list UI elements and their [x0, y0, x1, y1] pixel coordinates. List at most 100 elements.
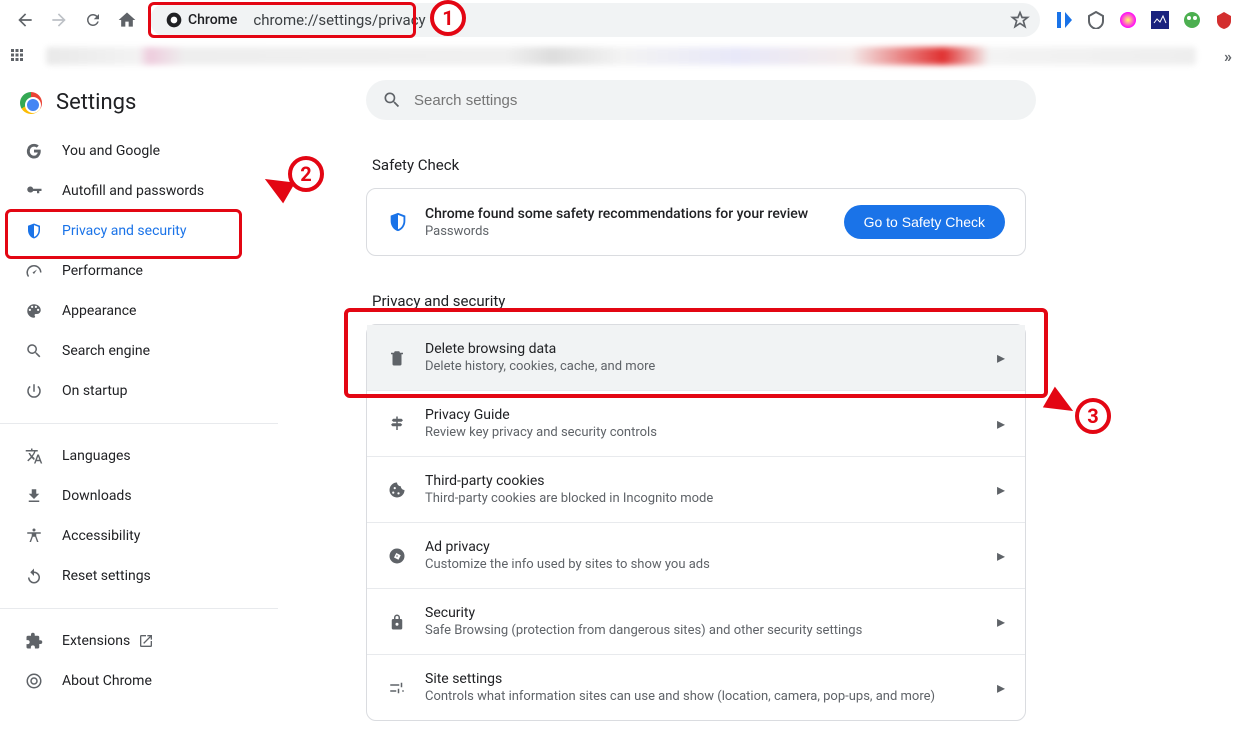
url-text: chrome://settings/privacy — [243, 11, 425, 29]
row-privacy-guide[interactable]: Privacy Guide Review key privacy and secu… — [367, 390, 1025, 456]
sidebar-item-label: About Chrome — [62, 673, 152, 689]
ads-icon — [387, 546, 407, 566]
arrow-right-icon — [49, 10, 69, 30]
row-third-party-cookies[interactable]: Third-party cookiesThird-party cookies a… — [367, 456, 1025, 522]
sidebar-item-extensions[interactable]: Extensions — [0, 621, 262, 661]
main-content: Safety Check Chrome found some safety re… — [278, 72, 1250, 742]
home-icon — [117, 10, 137, 30]
browser-toolbar: Chrome chrome://settings/privacy — [0, 0, 1250, 40]
apps-grid-icon — [8, 46, 26, 64]
sidebar-item-label: Accessibility — [62, 528, 140, 544]
sidebar-item-reset[interactable]: Reset settings — [0, 556, 262, 596]
chevron-right-icon: ▸ — [997, 612, 1005, 631]
sidebar-item-label: Downloads — [62, 488, 132, 504]
ext-icon-1[interactable] — [1054, 10, 1074, 30]
accessibility-icon — [24, 526, 44, 546]
lock-icon — [387, 612, 407, 632]
palette-icon — [24, 301, 44, 321]
ext-icon-6[interactable] — [1214, 10, 1234, 30]
shield-check-icon — [387, 211, 409, 233]
row-sub: Customize the info used by sites to show… — [425, 557, 710, 572]
sidebar-item-search-engine[interactable]: Search engine — [0, 331, 262, 371]
row-sub: Third-party cookies are blocked in Incog… — [425, 491, 713, 506]
key-icon — [24, 181, 44, 201]
sidebar-item-startup[interactable]: On startup — [0, 371, 262, 411]
refresh-icon — [84, 11, 102, 29]
bookmark-star-button[interactable] — [1010, 10, 1030, 30]
row-sub: Controls what information sites can use … — [425, 689, 935, 704]
search-icon — [382, 90, 402, 110]
chrome-logo-icon — [20, 92, 42, 114]
row-sub: Review key privacy and security controls — [425, 425, 657, 440]
ext-icon-5[interactable] — [1182, 10, 1202, 30]
app-title: Settings — [56, 90, 136, 115]
chevron-right-icon: ▸ — [997, 546, 1005, 565]
nav-separator — [0, 423, 278, 424]
address-bar[interactable]: Chrome chrome://settings/privacy — [150, 3, 1040, 37]
forward-button[interactable] — [42, 3, 76, 37]
site-chip-label: Chrome — [188, 12, 237, 28]
sidebar-item-label: Reset settings — [62, 568, 151, 584]
safety-sub: Passwords — [425, 224, 808, 239]
row-sub: Safe Browsing (protection from dangerous… — [425, 623, 862, 638]
search-input[interactable] — [414, 92, 1020, 109]
sidebar-item-about[interactable]: About Chrome — [0, 661, 262, 701]
sidebar-item-label: Extensions — [62, 633, 130, 649]
sidebar-item-label: Privacy and security — [62, 223, 186, 239]
row-title: Ad privacy — [425, 539, 710, 555]
go-to-safety-check-button[interactable]: Go to Safety Check — [844, 205, 1005, 239]
settings-search[interactable] — [366, 80, 1036, 120]
row-ad-privacy[interactable]: Ad privacy Customize the info used by sit… — [367, 522, 1025, 588]
ext-icon-2[interactable] — [1086, 10, 1106, 30]
sidebar-item-appearance[interactable]: Appearance — [0, 291, 262, 331]
row-security[interactable]: Security Safe Browsing (protection from d… — [367, 588, 1025, 654]
star-icon — [1010, 10, 1030, 30]
sidebar-item-you-and-google[interactable]: You and Google — [0, 131, 262, 171]
row-delete-browsing-data[interactable]: Delete browsing dataDelete history, cook… — [367, 325, 1025, 390]
sidebar-item-autofill[interactable]: Autofill and passwords — [0, 171, 262, 211]
sliders-icon — [387, 678, 407, 698]
sidebar-item-performance[interactable]: Performance — [0, 251, 262, 291]
chevron-right-icon: ▸ — [997, 348, 1005, 367]
bookmarks-overflow[interactable]: » — [1214, 47, 1242, 66]
bookmarks-bar: » — [0, 40, 1250, 72]
section-safety-check: Safety Check — [372, 156, 1222, 174]
cookie-icon — [387, 480, 407, 500]
sidebar-item-label: Languages — [62, 448, 131, 464]
section-privacy: Privacy and security — [372, 292, 1222, 310]
settings-sidebar: Settings You and Google Autofill and pas… — [0, 72, 278, 742]
search-icon — [24, 341, 44, 361]
row-sub: Delete history, cookies, cache, and more — [425, 359, 655, 374]
sidebar-item-accessibility[interactable]: Accessibility — [0, 516, 262, 556]
row-title: Security — [425, 605, 862, 621]
sidebar-item-downloads[interactable]: Downloads — [0, 476, 262, 516]
back-button[interactable] — [8, 3, 42, 37]
nav-separator — [0, 608, 278, 609]
reload-button[interactable] — [76, 3, 110, 37]
safety-check-card: Chrome found some safety recommendations… — [366, 188, 1026, 256]
chevron-right-icon: ▸ — [997, 414, 1005, 433]
chevron-right-icon: ▸ — [997, 480, 1005, 499]
chrome-icon — [166, 12, 182, 28]
arrow-left-icon — [15, 10, 35, 30]
sidebar-item-privacy[interactable]: Privacy and security — [0, 211, 262, 251]
app-header: Settings — [0, 82, 278, 131]
sidebar-item-label: Performance — [62, 263, 143, 279]
row-title: Privacy Guide — [425, 407, 657, 423]
sidebar-item-languages[interactable]: Languages — [0, 436, 262, 476]
reset-icon — [24, 566, 44, 586]
google-g-icon — [24, 141, 44, 161]
row-site-settings[interactable]: Site settings Controls what information s… — [367, 654, 1025, 720]
translate-icon — [24, 446, 44, 466]
extension-icon — [24, 631, 44, 651]
sidebar-item-label: On startup — [62, 383, 128, 399]
apps-button[interactable] — [8, 46, 28, 66]
chrome-outline-icon — [24, 671, 44, 691]
home-button[interactable] — [110, 3, 144, 37]
row-title: Site settings — [425, 671, 935, 687]
signpost-icon — [387, 414, 407, 434]
ext-icon-3[interactable] — [1118, 10, 1138, 30]
ext-icon-4[interactable] — [1150, 10, 1170, 30]
bookmarks-blurred — [46, 47, 1196, 65]
safety-title: Chrome found some safety recommendations… — [425, 206, 808, 222]
